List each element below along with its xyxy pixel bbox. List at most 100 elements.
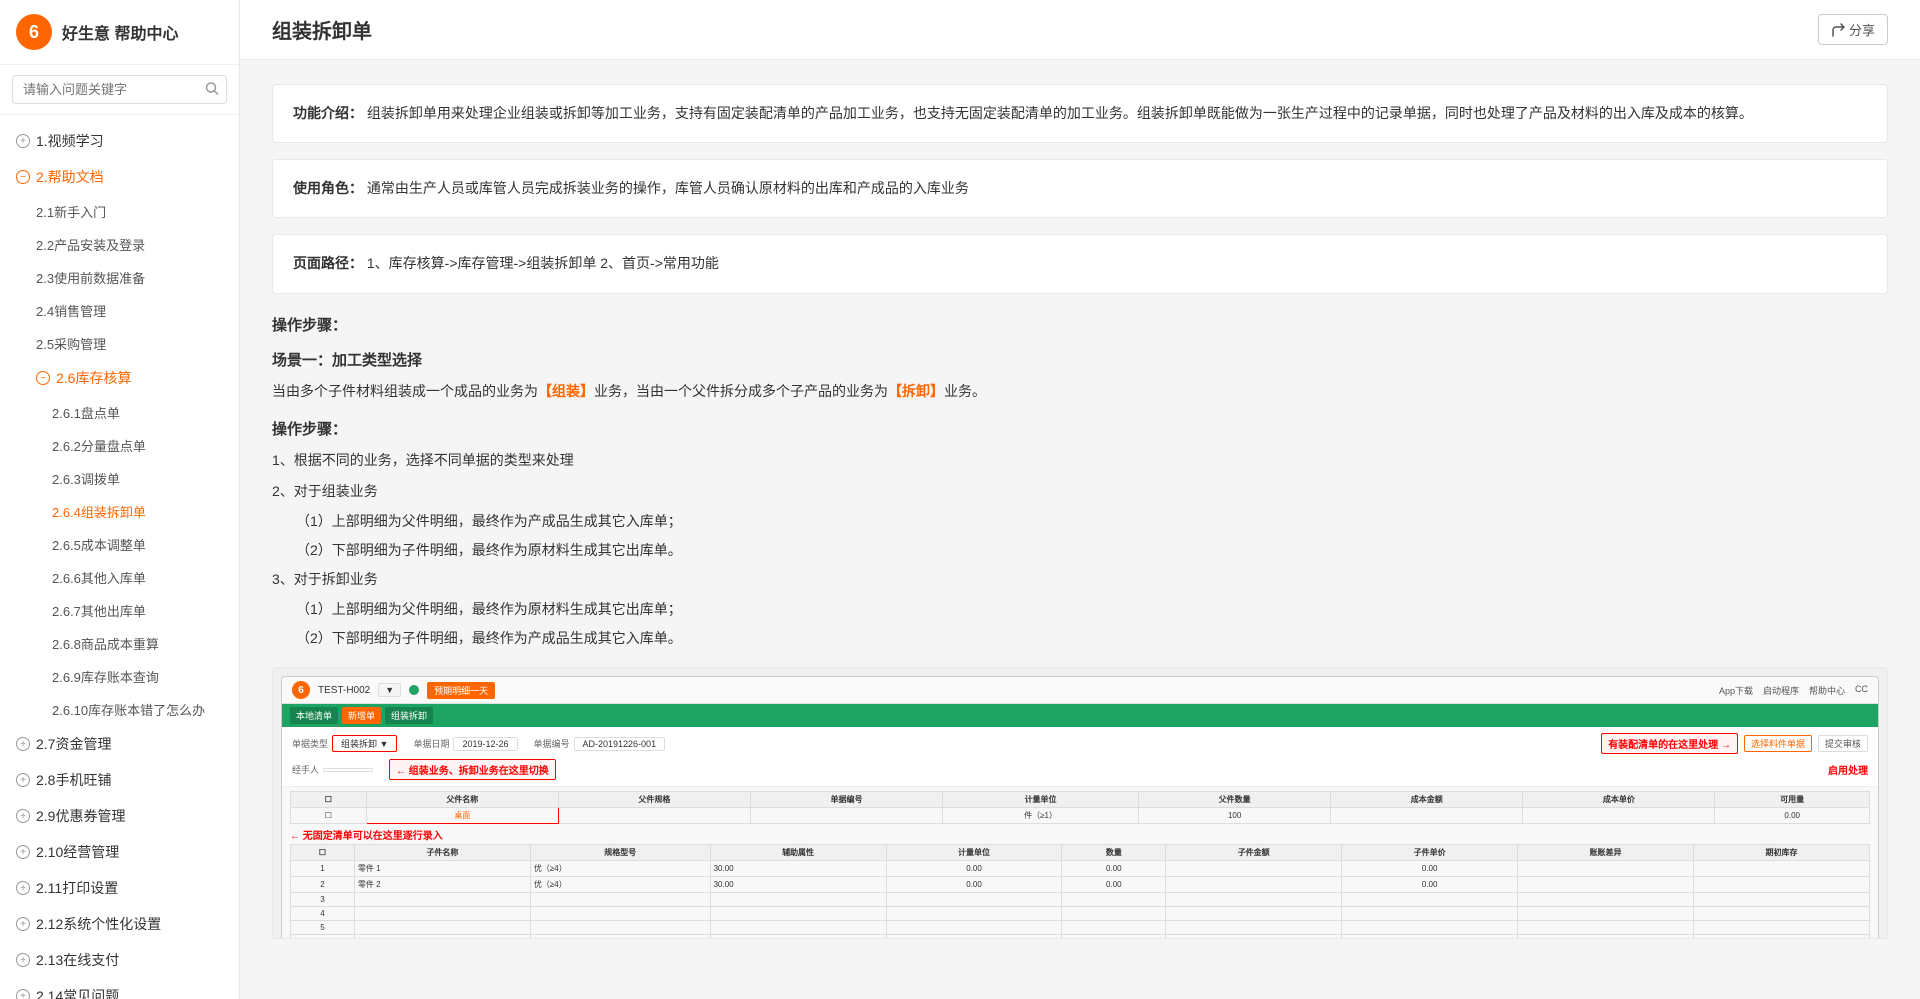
form-input-num[interactable]: AD-20191226-001: [574, 737, 666, 751]
sidebar-item-2-6-2[interactable]: 2.6.2分量盘点单: [0, 429, 239, 462]
form-label-date: 单据日期: [413, 737, 449, 750]
lower-table-row-1: 1 零件 1 优（≥4） 30.00 0.00 0.00 0.00: [291, 861, 1870, 877]
sidebar-item-2-6-7[interactable]: 2.6.7其他出库单: [0, 594, 239, 627]
ltcell-cb-4[interactable]: 4: [291, 907, 355, 921]
search-input[interactable]: [12, 75, 227, 104]
ltcell-name-3: [354, 893, 530, 907]
sidebar-item-2-1[interactable]: 2.1新手入门: [0, 195, 239, 228]
app-nav-cc[interactable]: CC: [1855, 684, 1868, 697]
app-topbar-id: TEST-H002: [318, 685, 370, 696]
ltcell-name-2[interactable]: 零件 2: [354, 877, 530, 893]
sidebar-item-2-6-8[interactable]: 2.6.8商品成本重算: [0, 627, 239, 660]
ltcell-amount-3: [1166, 893, 1342, 907]
ltcell-amount-2: [1166, 877, 1342, 893]
sidebar-group-2-8[interactable]: + 2.8手机旺铺: [0, 762, 239, 798]
cell-qty-1[interactable]: 100: [1139, 808, 1331, 824]
ltcell-qty-1: 0.00: [1062, 861, 1166, 877]
app-nav-help[interactable]: 帮助中心: [1809, 684, 1845, 697]
annotation-startup: 启用处理: [1828, 762, 1868, 777]
sidebar-group-2-11-label: 2.11打印设置: [36, 878, 118, 898]
sidebar-group-2-6-label: 2.6库存核算: [56, 368, 131, 388]
cell-docnum-1: [750, 808, 942, 824]
lth-qty: 数量: [1062, 845, 1166, 861]
form-action-area: 有装配清单的在这里处理 → 选择料件单据 提交审核: [1601, 733, 1868, 754]
cell-name-1[interactable]: 桌面: [366, 808, 558, 824]
ltcell-name-1[interactable]: 零件 1: [354, 861, 530, 877]
ltcell-init-3: [1694, 893, 1870, 907]
ltcell-diff-6: [1518, 935, 1694, 939]
upper-table: ☐ 父件名称 父件规格 单据编号 计量单位 父件数量 成本金额 成本单价 可用量: [290, 791, 1870, 824]
app-nav-start[interactable]: 启动程序: [1763, 684, 1799, 697]
screenshot-container: 6 TEST-H002 ▼ 预期明细一天 App下载 启动程序 帮助中心 CC: [272, 667, 1888, 939]
plus-icon-210: +: [16, 845, 30, 859]
main-area: 组装拆卸单 分享 功能介绍： 组装拆卸单用来处理企业组装或拆卸等加工业务，支持有…: [240, 0, 1920, 999]
step-3: 3、对于拆卸业务: [272, 566, 1888, 593]
ltcell-price-6: [1342, 935, 1518, 939]
ltcell-spec-2: 优（≥4）: [530, 877, 710, 893]
sidebar-item-2-6-6[interactable]: 2.6.6其他入库单: [0, 561, 239, 594]
ltcell-price-1: 0.00: [1342, 861, 1518, 877]
ltcell-diff-4: [1518, 907, 1694, 921]
ltcell-cb-2[interactable]: 2: [291, 877, 355, 893]
ltcell-cb-5[interactable]: 5: [291, 921, 355, 935]
sidebar-group-2-9-label: 2.9优惠券管理: [36, 806, 125, 826]
sidebar-item-2-2[interactable]: 2.2产品安装及登录: [0, 228, 239, 261]
app-input[interactable]: ▼: [378, 683, 401, 697]
cell-cb-1[interactable]: ☐: [291, 808, 367, 824]
sidebar-item-2-6-3[interactable]: 2.6.3调拨单: [0, 462, 239, 495]
sidebar-group-2-10[interactable]: + 2.10经营管理: [0, 834, 239, 870]
ltcell-attr-6: [710, 935, 886, 939]
ltcell-amount-1: [1166, 861, 1342, 877]
sidebar-group-2-13[interactable]: + 2.13在线支付: [0, 942, 239, 978]
app-nav-app[interactable]: App下载: [1719, 684, 1753, 697]
form-label-type: 单据类型: [292, 737, 328, 750]
sidebar-group-2[interactable]: − 2.帮助文档: [0, 159, 239, 195]
ltcell-cb-3[interactable]: 3: [291, 893, 355, 907]
sidebar-item-2-5[interactable]: 2.5采购管理: [0, 327, 239, 360]
sidebar-group-2-6[interactable]: − 2.6库存核算: [0, 360, 239, 396]
sidebar-item-2-6-10[interactable]: 2.6.10库存账本错了怎么办: [0, 693, 239, 726]
cell-avail-1: 0.00: [1715, 808, 1870, 824]
sidebar-group-2-14[interactable]: + 2.14常见问题: [0, 978, 239, 999]
sidebar-group-2-7[interactable]: + 2.7资金管理: [0, 726, 239, 762]
form-field-type: 单据类型 组装拆卸 ▼: [292, 735, 397, 752]
select-type-btn[interactable]: 选择料件单据: [1744, 735, 1812, 752]
submit-btn[interactable]: 提交审核: [1818, 735, 1868, 752]
form-input-type[interactable]: 组装拆卸 ▼: [332, 735, 397, 752]
app-preview-btn[interactable]: 预期明细一天: [427, 682, 495, 699]
app-status-dot: [409, 685, 419, 695]
sidebar-item-2-4[interactable]: 2.4销售管理: [0, 294, 239, 327]
app-tab-3[interactable]: 组装拆卸: [385, 707, 433, 724]
app-tab-1[interactable]: 本地清单: [290, 707, 338, 724]
ltcell-cb-1[interactable]: 1: [291, 861, 355, 877]
sidebar-item-2-3[interactable]: 2.3使用前数据准备: [0, 261, 239, 294]
sidebar-item-2-6-4[interactable]: 2.6.4组装拆卸单: [0, 495, 239, 528]
lth-spec: 规格型号: [530, 845, 710, 861]
form-input-person[interactable]: [323, 768, 373, 772]
step-2: 2、对于组装业务: [272, 478, 1888, 505]
screenshot-image: 6 TEST-H002 ▼ 预期明细一天 App下载 启动程序 帮助中心 CC: [273, 668, 1887, 938]
ltcell-spec-1: 优（≥4）: [530, 861, 710, 877]
sidebar-item-2-6-5[interactable]: 2.6.5成本调整单: [0, 528, 239, 561]
ltcell-qty-5: [1062, 921, 1166, 935]
ltcell-cb-6[interactable]: 6: [291, 935, 355, 939]
plus-icon-29: +: [16, 809, 30, 823]
sidebar-group-2-12[interactable]: + 2.12系统个性化设置: [0, 906, 239, 942]
sidebar-group-1[interactable]: + 1.视频学习: [0, 123, 239, 159]
plus-icon-211: +: [16, 881, 30, 895]
share-button[interactable]: 分享: [1818, 14, 1888, 45]
lth-diff: 账账差异: [1518, 845, 1694, 861]
sidebar-item-2-6-9[interactable]: 2.6.9库存账本查询: [0, 660, 239, 693]
ltcell-attr-5: [710, 921, 886, 935]
th-avail: 可用量: [1715, 792, 1870, 808]
sidebar-group-2-11[interactable]: + 2.11打印设置: [0, 870, 239, 906]
form-input-date[interactable]: 2019-12-26: [453, 737, 517, 751]
sidebar-item-2-6-1[interactable]: 2.6.1盘点单: [0, 396, 239, 429]
scene-title: 场景一：加工类型选择: [272, 349, 1888, 370]
search-button[interactable]: [205, 81, 219, 98]
sidebar-group-2-9[interactable]: + 2.9优惠券管理: [0, 798, 239, 834]
role-box: 使用角色： 通常由生产人员或库管人员完成拆装业务的操作，库管人员确认原材料的出库…: [272, 159, 1888, 218]
app-tab-2[interactable]: 新增单: [342, 707, 381, 724]
ltcell-attr-2: 30.00: [710, 877, 886, 893]
cell-unitcost-1: [1523, 808, 1715, 824]
